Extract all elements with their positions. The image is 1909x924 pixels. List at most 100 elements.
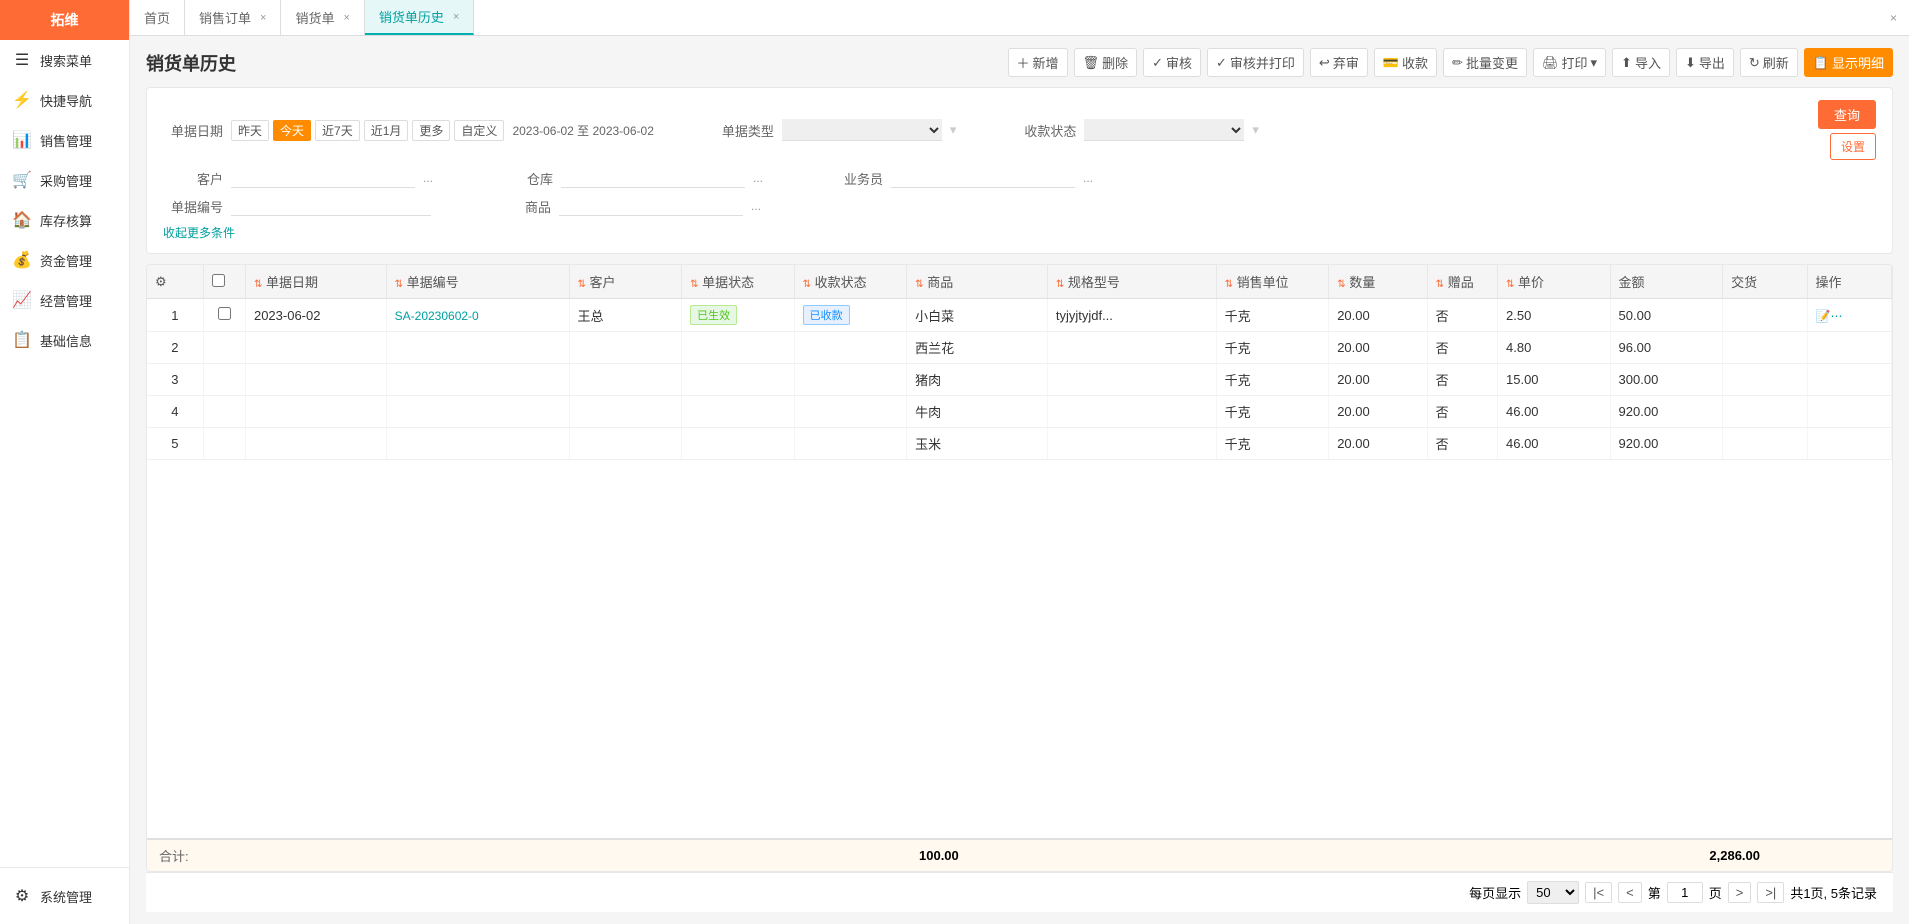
import-button[interactable]: ⬆ 导入 <box>1612 48 1670 77</box>
sidebar-item-sales-mgmt[interactable]: 📊 销售管理 <box>0 120 129 160</box>
last-page-btn[interactable]: >| <box>1757 882 1784 903</box>
tab-sales-delivery[interactable]: 销货单 × <box>281 0 364 35</box>
collect-button[interactable]: 💳 收款 <box>1374 48 1437 77</box>
query-button[interactable]: 查询 <box>1818 100 1876 129</box>
audit-print-button[interactable]: ✓ 审核并打印 <box>1207 48 1304 77</box>
filter-row-3: 单据编号 商品 ... <box>163 196 1876 216</box>
add-button[interactable]: ＋ 新增 <box>1008 48 1068 77</box>
page-of-label: 页 <box>1709 883 1722 902</box>
row-amount: 50.00 <box>1610 299 1723 332</box>
sidebar-item-basic-info[interactable]: 📋 基础信息 <box>0 320 129 360</box>
tab-sales-order[interactable]: 销售订单 × <box>185 0 281 35</box>
date-7days-btn[interactable]: 近7天 <box>315 120 360 141</box>
date-today-btn[interactable]: 今天 <box>273 120 311 141</box>
business-picker-btn[interactable]: ... <box>1083 171 1093 185</box>
row-checkbox-cell[interactable] <box>203 364 245 396</box>
first-page-btn[interactable]: |< <box>1585 882 1612 903</box>
refresh-button[interactable]: ↻ 刷新 <box>1740 48 1798 77</box>
batch-change-button[interactable]: ✏ 批量变更 <box>1443 48 1527 77</box>
col-doc-status[interactable]: ⇅ 单据状态 <box>682 265 795 299</box>
date-yesterday-btn[interactable]: 昨天 <box>231 120 269 141</box>
col-transaction: 交货 <box>1723 265 1807 299</box>
row-unit: 千克 <box>1216 428 1329 460</box>
docnum-input[interactable] <box>231 196 431 216</box>
show-details-button[interactable]: 📋 显示明细 <box>1804 48 1893 77</box>
col-settings[interactable]: ⚙ <box>147 265 203 299</box>
page-title: 销货单历史 <box>146 50 236 76</box>
row-checkbox[interactable] <box>218 307 231 320</box>
customer-picker-btn[interactable]: ... <box>423 171 433 185</box>
doc-number-link[interactable]: SA-20230602-0 <box>395 309 479 323</box>
table-scroll[interactable]: ⚙ ⇅ 单据日期 ⇅ 单据编号 <box>147 265 1892 838</box>
payment-status-select[interactable] <box>1084 119 1244 141</box>
edit-action[interactable]: 📝 <box>1816 309 1831 323</box>
per-page-select[interactable]: 50 20 100 <box>1527 881 1579 904</box>
col-checkbox[interactable] <box>203 265 245 299</box>
collapse-filter-btn[interactable]: 收起更多条件 <box>163 224 1876 241</box>
add-label: 新增 <box>1033 53 1059 72</box>
row-amount: 300.00 <box>1610 364 1723 396</box>
business-input[interactable] <box>891 168 1075 188</box>
row-checkbox-cell[interactable] <box>203 428 245 460</box>
more-action[interactable]: ⋯ <box>1830 309 1842 323</box>
row-transaction <box>1723 364 1807 396</box>
row-checkbox-cell[interactable] <box>203 332 245 364</box>
col-goods[interactable]: ⇅ 商品 <box>907 265 1048 299</box>
warehouse-picker-btn[interactable]: ... <box>753 171 763 185</box>
row-num: 1 <box>147 299 203 332</box>
col-docstatus-sort-icon: ⇅ <box>690 279 698 290</box>
row-goods: 西兰花 <box>907 332 1048 364</box>
col-transaction-label: 交货 <box>1731 275 1757 290</box>
select-all-checkbox[interactable] <box>212 274 225 287</box>
goods-picker-btn[interactable]: ... <box>751 199 761 213</box>
delete-button[interactable]: 🗑 删除 <box>1074 48 1138 77</box>
sidebar-item-search-menu[interactable]: ☰ 搜索菜单 <box>0 40 129 80</box>
col-date[interactable]: ⇅ 单据日期 <box>245 265 386 299</box>
purchase-mgmt-icon: 🛒 <box>12 170 32 190</box>
col-price[interactable]: ⇅ 单价 <box>1498 265 1611 299</box>
date-more-btn[interactable]: 更多 <box>412 120 450 141</box>
col-qty[interactable]: ⇅ 数量 <box>1329 265 1427 299</box>
date-custom-btn[interactable]: 自定义 <box>454 120 504 141</box>
tab-sales-history-close[interactable]: × <box>453 11 459 23</box>
page-header: 销货单历史 ＋ 新增 🗑 删除 ✓ 审核 ✓ 审核并打印 <box>146 48 1893 77</box>
tab-sales-history[interactable]: 销货单历史 × <box>365 0 474 35</box>
row-doc-status <box>682 332 795 364</box>
page-input[interactable] <box>1667 882 1703 903</box>
col-payment-status[interactable]: ⇅ 收款状态 <box>794 265 907 299</box>
tab-home[interactable]: 首页 <box>130 0 185 35</box>
sidebar-item-operations[interactable]: 📈 经营管理 <box>0 280 129 320</box>
sidebar-item-inventory[interactable]: 🏠 库存核算 <box>0 200 129 240</box>
sidebar-item-finance[interactable]: 💰 资金管理 <box>0 240 129 280</box>
sidebar-item-quick-nav[interactable]: ⚡ 快捷导航 <box>0 80 129 120</box>
doctype-select[interactable] <box>782 119 942 141</box>
prev-page-btn[interactable]: < <box>1618 882 1642 903</box>
export-button[interactable]: ⬇ 导出 <box>1676 48 1734 77</box>
goods-input[interactable] <box>559 196 743 216</box>
row-checkbox-cell[interactable] <box>203 396 245 428</box>
sidebar-item-purchase-mgmt[interactable]: 🛒 采购管理 <box>0 160 129 200</box>
sidebar-label-search-menu: 搜索菜单 <box>40 51 92 70</box>
print-button[interactable]: 🖨 打印 ▾ <box>1533 48 1606 77</box>
tab-sales-order-close[interactable]: × <box>260 12 266 24</box>
customer-input[interactable] <box>231 168 415 188</box>
col-customer[interactable]: ⇅ 客户 <box>569 265 682 299</box>
col-spec[interactable]: ⇅ 规格型号 <box>1047 265 1216 299</box>
audit-button[interactable]: ✓ 审核 <box>1143 48 1201 77</box>
next-page-btn[interactable]: > <box>1728 882 1752 903</box>
warehouse-input[interactable] <box>561 168 745 188</box>
close-all-tabs[interactable]: × <box>1878 11 1909 25</box>
row-number <box>386 428 569 460</box>
col-number[interactable]: ⇅ 单据编号 <box>386 265 569 299</box>
date-1month-btn[interactable]: 近1月 <box>364 120 409 141</box>
tab-sales-delivery-close[interactable]: × <box>343 12 349 24</box>
abandon-button[interactable]: ↩ 弃审 <box>1310 48 1368 77</box>
row-number <box>386 364 569 396</box>
row-amount: 920.00 <box>1610 428 1723 460</box>
data-table: ⚙ ⇅ 单据日期 ⇅ 单据编号 <box>147 265 1892 460</box>
row-checkbox-cell[interactable] <box>203 299 245 332</box>
col-gift[interactable]: ⇅ 赠品 <box>1427 265 1497 299</box>
settings-button[interactable]: 设置 <box>1830 133 1876 160</box>
sidebar-item-sys-mgmt[interactable]: ⚙ 系统管理 <box>0 876 129 916</box>
col-unit[interactable]: ⇅ 销售单位 <box>1216 265 1329 299</box>
